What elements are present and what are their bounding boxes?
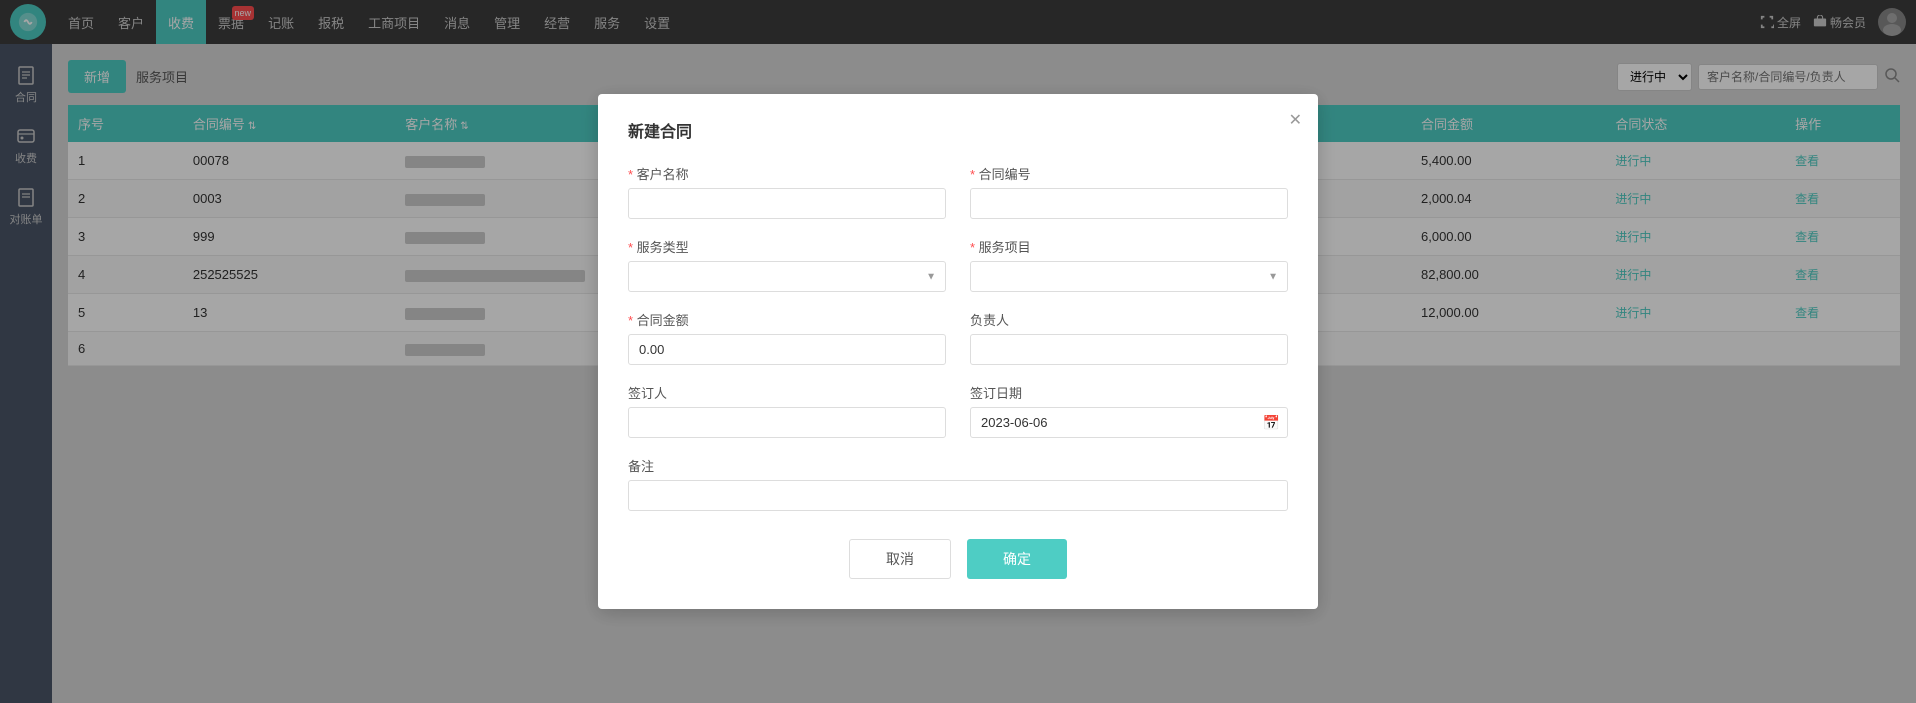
new-contract-modal: ✕ 新建合同 客户名称 合同编号 服务类型 bbox=[598, 94, 1318, 609]
sign-date-label: 签订日期 bbox=[970, 383, 1288, 402]
responsible-person-label: 负责人 bbox=[970, 310, 1288, 329]
service-item-wrapper bbox=[970, 261, 1288, 292]
confirm-button[interactable]: 确定 bbox=[967, 539, 1067, 579]
form-row-2: 服务类型 服务项目 bbox=[628, 237, 1288, 292]
sign-date-wrapper: 📅 bbox=[970, 407, 1288, 438]
form-group-service-item: 服务项目 bbox=[970, 237, 1288, 292]
service-item-label: 服务项目 bbox=[970, 237, 1288, 256]
contract-no-input[interactable] bbox=[970, 188, 1288, 219]
service-type-label: 服务类型 bbox=[628, 237, 946, 256]
form-row-4: 签订人 签订日期 📅 bbox=[628, 383, 1288, 438]
service-item-select[interactable] bbox=[970, 261, 1288, 292]
contract-amount-label: 合同金额 bbox=[628, 310, 946, 329]
form-group-amount: 合同金额 bbox=[628, 310, 946, 365]
contract-amount-input[interactable] bbox=[628, 334, 946, 365]
form-group-customer: 客户名称 bbox=[628, 164, 946, 219]
modal-close-button[interactable]: ✕ bbox=[1289, 110, 1302, 130]
form-group-contract-no: 合同编号 bbox=[970, 164, 1288, 219]
signer-label: 签订人 bbox=[628, 383, 946, 402]
modal-title: 新建合同 bbox=[628, 118, 1288, 142]
remark-label: 备注 bbox=[628, 456, 1288, 475]
modal-overlay: ✕ 新建合同 客户名称 合同编号 服务类型 bbox=[0, 0, 1916, 703]
sign-date-input[interactable] bbox=[970, 407, 1288, 438]
form-row-3: 合同金额 负责人 bbox=[628, 310, 1288, 365]
form-row-5: 备注 bbox=[628, 456, 1288, 511]
form-group-signer: 签订人 bbox=[628, 383, 946, 438]
remark-input[interactable] bbox=[628, 480, 1288, 511]
contract-no-label: 合同编号 bbox=[970, 164, 1288, 183]
form-group-remark: 备注 bbox=[628, 456, 1288, 511]
service-type-select[interactable] bbox=[628, 261, 946, 292]
signer-input[interactable] bbox=[628, 407, 946, 438]
form-group-service-type: 服务类型 bbox=[628, 237, 946, 292]
responsible-person-input[interactable] bbox=[970, 334, 1288, 365]
form-group-sign-date: 签订日期 📅 bbox=[970, 383, 1288, 438]
service-type-wrapper bbox=[628, 261, 946, 292]
modal-footer: 取消 确定 bbox=[628, 539, 1288, 579]
form-row-1: 客户名称 合同编号 bbox=[628, 164, 1288, 219]
form-group-responsible: 负责人 bbox=[970, 310, 1288, 365]
customer-name-input[interactable] bbox=[628, 188, 946, 219]
customer-name-label: 客户名称 bbox=[628, 164, 946, 183]
cancel-button[interactable]: 取消 bbox=[849, 539, 951, 579]
